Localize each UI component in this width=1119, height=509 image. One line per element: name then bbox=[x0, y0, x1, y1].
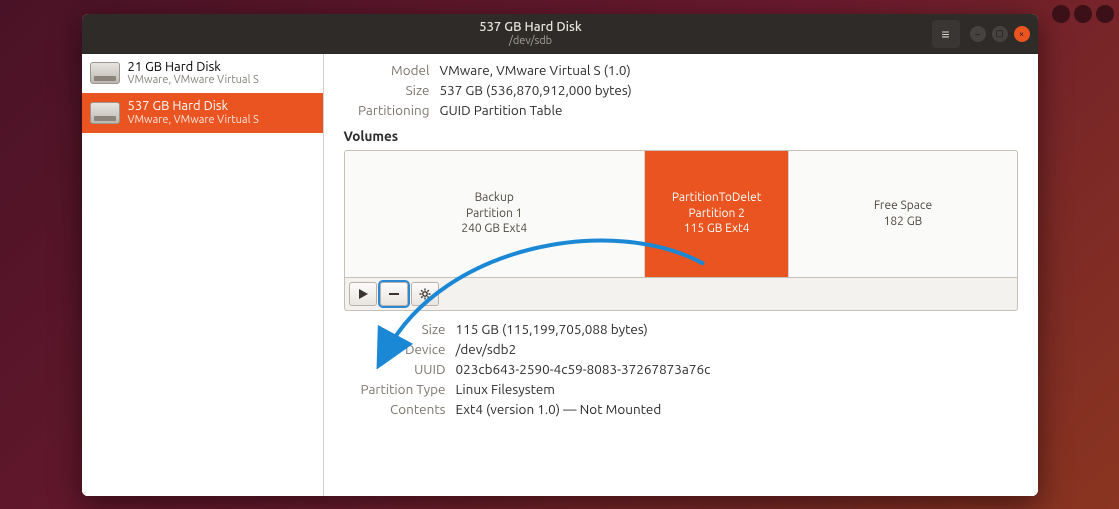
volume-block[interactable]: PartitionToDelet Partition 2 115 GB Ext4 bbox=[645, 151, 789, 277]
hamburger-menu-button[interactable]: ≡ bbox=[932, 20, 960, 48]
play-icon bbox=[357, 288, 369, 300]
detail-size-label: Size bbox=[344, 321, 456, 337]
detail-uuid-label: UUID bbox=[344, 361, 456, 377]
disk-desc: VMware, VMware Virtual S bbox=[128, 114, 259, 127]
detail-device-label: Device bbox=[344, 341, 456, 357]
volumes-heading: Volumes bbox=[344, 128, 1018, 144]
window-title: 537 GB Hard Disk bbox=[130, 19, 932, 35]
close-button[interactable]: × bbox=[1014, 26, 1030, 42]
titlebar-title-block: 537 GB Hard Disk /dev/sdb bbox=[130, 19, 932, 49]
detail-device-value: /dev/sdb2 bbox=[456, 341, 1018, 357]
hard-disk-icon bbox=[90, 62, 120, 84]
detail-ptype-value: Linux Filesystem bbox=[456, 381, 1018, 397]
volume-size: 115 GB Ext4 bbox=[684, 221, 750, 237]
volume-options-button[interactable] bbox=[411, 282, 439, 306]
minimize-button[interactable]: – bbox=[970, 26, 986, 42]
volumes-diagram: Backup Partition 1 240 GB Ext4 Partition… bbox=[344, 150, 1018, 278]
sidebar-disk-item[interactable]: 21 GB Hard Disk VMware, VMware Virtual S bbox=[82, 54, 323, 94]
window-controls: – ▢ × bbox=[970, 26, 1030, 42]
desktop-indicators bbox=[1052, 5, 1114, 23]
detail-contents-label: Contents bbox=[344, 401, 456, 417]
gear-icon bbox=[419, 288, 431, 300]
partition-details: Size115 GB (115,199,705,088 bytes) Devic… bbox=[344, 321, 1018, 417]
detail-uuid-value: 023cb643-2590-4c59-8083-37267873a76c bbox=[456, 361, 1018, 377]
minus-icon bbox=[388, 288, 400, 300]
disk-name: 21 GB Hard Disk bbox=[128, 60, 259, 75]
model-label: Model bbox=[344, 62, 440, 78]
disk-name: 537 GB Hard Disk bbox=[128, 99, 259, 114]
detail-size-value: 115 GB (115,199,705,088 bytes) bbox=[456, 321, 1018, 337]
size-value: 537 GB (536,870,912,000 bytes) bbox=[440, 82, 1018, 98]
volume-block[interactable]: Backup Partition 1 240 GB Ext4 bbox=[345, 151, 645, 277]
partitioning-value: GUID Partition Table bbox=[440, 102, 1018, 118]
volume-size: 240 GB Ext4 bbox=[461, 221, 527, 237]
disk-sidebar: 21 GB Hard Disk VMware, VMware Virtual S… bbox=[82, 54, 324, 496]
partitioning-label: Partitioning bbox=[344, 102, 440, 118]
volume-block[interactable]: Free Space 182 GB bbox=[789, 151, 1016, 277]
titlebar: 537 GB Hard Disk /dev/sdb ≡ – ▢ × bbox=[82, 14, 1038, 54]
window-subtitle: /dev/sdb bbox=[130, 35, 932, 49]
volume-name: PartitionToDelet bbox=[672, 190, 762, 206]
volume-partition: Partition 1 bbox=[466, 206, 522, 222]
sidebar-disk-item[interactable]: 537 GB Hard Disk VMware, VMware Virtual … bbox=[82, 93, 323, 133]
volume-name: Backup bbox=[475, 190, 514, 206]
delete-partition-button[interactable] bbox=[380, 282, 408, 306]
hard-disk-icon bbox=[90, 102, 120, 124]
mount-button[interactable] bbox=[349, 282, 377, 306]
disks-window: 537 GB Hard Disk /dev/sdb ≡ – ▢ × 21 GB … bbox=[82, 14, 1038, 496]
model-value: VMware, VMware Virtual S (1.0) bbox=[440, 62, 1018, 78]
volume-size: 182 GB bbox=[884, 214, 923, 230]
volume-partition: Partition 2 bbox=[688, 206, 744, 222]
maximize-button[interactable]: ▢ bbox=[992, 26, 1008, 42]
detail-ptype-label: Partition Type bbox=[344, 381, 456, 397]
volume-toolbar bbox=[344, 278, 1018, 311]
volume-name: Free Space bbox=[874, 198, 932, 214]
main-panel: ModelVMware, VMware Virtual S (1.0) Size… bbox=[324, 54, 1038, 496]
detail-contents-value: Ext4 (version 1.0) — Not Mounted bbox=[456, 401, 1018, 417]
size-label: Size bbox=[344, 82, 440, 98]
disk-desc: VMware, VMware Virtual S bbox=[128, 74, 259, 87]
